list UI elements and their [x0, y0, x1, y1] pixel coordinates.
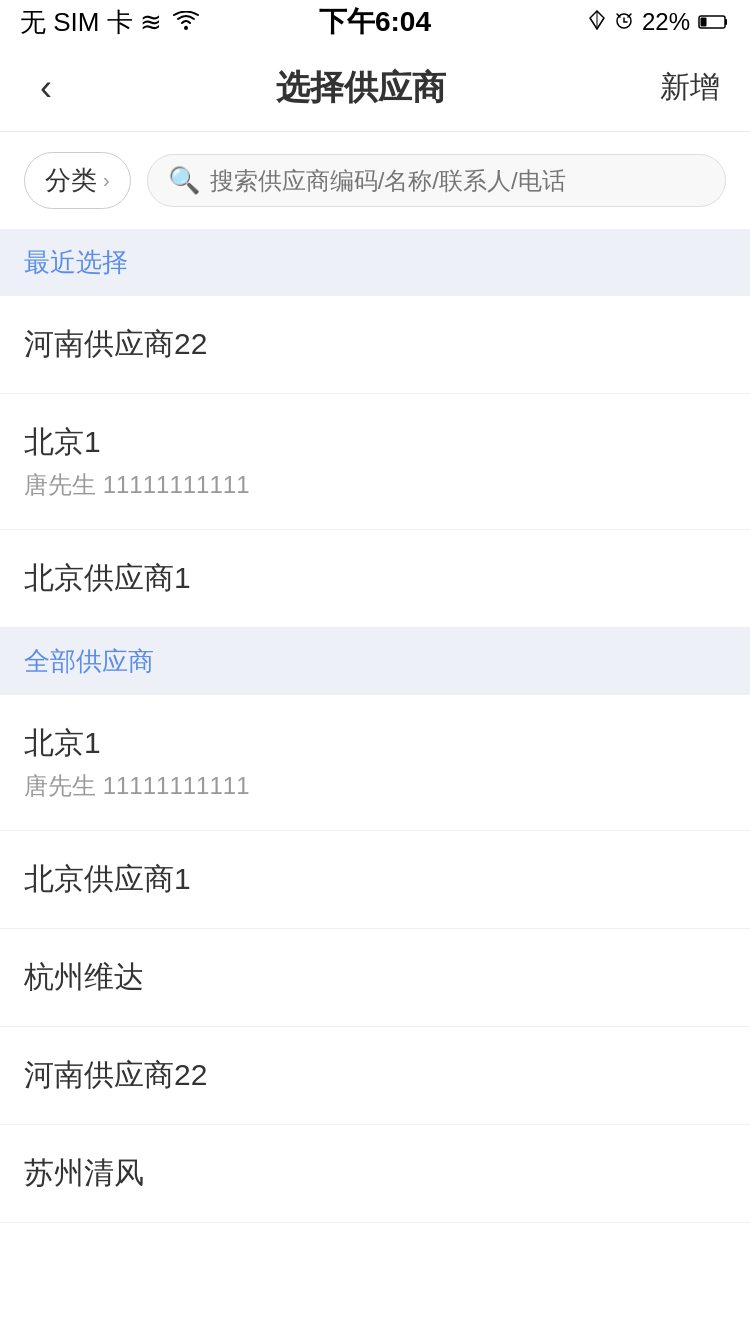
- location-icon: [588, 8, 606, 36]
- status-bar: 无 SIM 卡 ≋ 下午6:04: [0, 0, 750, 44]
- item-name: 杭州维达: [24, 957, 726, 998]
- category-filter-button[interactable]: 分类 ›: [24, 152, 131, 209]
- item-sub: 唐先生 11111111111: [24, 469, 726, 501]
- all-section-header: 全部供应商: [0, 628, 750, 695]
- category-label: 分类: [45, 163, 97, 198]
- nav-bar: ‹ 选择供应商 新增: [0, 44, 750, 132]
- svg-rect-3: [701, 18, 707, 27]
- list-item[interactable]: 河南供应商22: [0, 296, 750, 394]
- list-item[interactable]: 河南供应商22: [0, 1027, 750, 1125]
- item-name: 北京1: [24, 723, 726, 764]
- item-name: 北京供应商1: [24, 558, 726, 599]
- item-name: 河南供应商22: [24, 1055, 726, 1096]
- battery-icon: [698, 8, 730, 36]
- all-items-list: 北京1 唐先生 11111111111 北京供应商1 杭州维达河南供应商22 苏州清风: [0, 695, 750, 1223]
- alarm-icon: [614, 8, 634, 36]
- search-icon: 🔍: [168, 165, 200, 196]
- svg-point-0: [184, 26, 188, 30]
- battery-text: 22%: [642, 8, 690, 36]
- add-button[interactable]: 新增: [660, 67, 720, 108]
- wifi-icon: [172, 7, 200, 38]
- status-left: 无 SIM 卡 ≋: [20, 5, 200, 40]
- item-name: 北京1: [24, 422, 726, 463]
- list-item[interactable]: 苏州清风: [0, 1125, 750, 1223]
- list-item[interactable]: 北京1 唐先生 11111111111: [0, 394, 750, 530]
- list-item[interactable]: 北京1 唐先生 11111111111: [0, 695, 750, 831]
- recent-items-list: 河南供应商22 北京1 唐先生 11111111111 北京供应商1: [0, 296, 750, 628]
- item-name: 河南供应商22: [24, 324, 726, 365]
- sim-status: 无 SIM 卡 ≋: [20, 5, 162, 40]
- search-box: 🔍: [147, 154, 726, 207]
- filter-row: 分类 › 🔍: [0, 132, 750, 229]
- search-input[interactable]: [210, 167, 705, 195]
- status-right: 22%: [588, 8, 730, 36]
- item-sub: 唐先生 11111111111: [24, 770, 726, 802]
- status-time: 下午6:04: [319, 3, 431, 41]
- list-item[interactable]: 北京供应商1: [0, 831, 750, 929]
- page-title: 选择供应商: [276, 65, 446, 111]
- item-name: 苏州清风: [24, 1153, 726, 1194]
- chevron-right-icon: ›: [103, 169, 110, 192]
- item-name: 北京供应商1: [24, 859, 726, 900]
- list-item[interactable]: 北京供应商1: [0, 530, 750, 628]
- recent-section-header: 最近选择: [0, 229, 750, 296]
- list-item[interactable]: 杭州维达: [0, 929, 750, 1027]
- back-button[interactable]: ‹: [30, 57, 62, 119]
